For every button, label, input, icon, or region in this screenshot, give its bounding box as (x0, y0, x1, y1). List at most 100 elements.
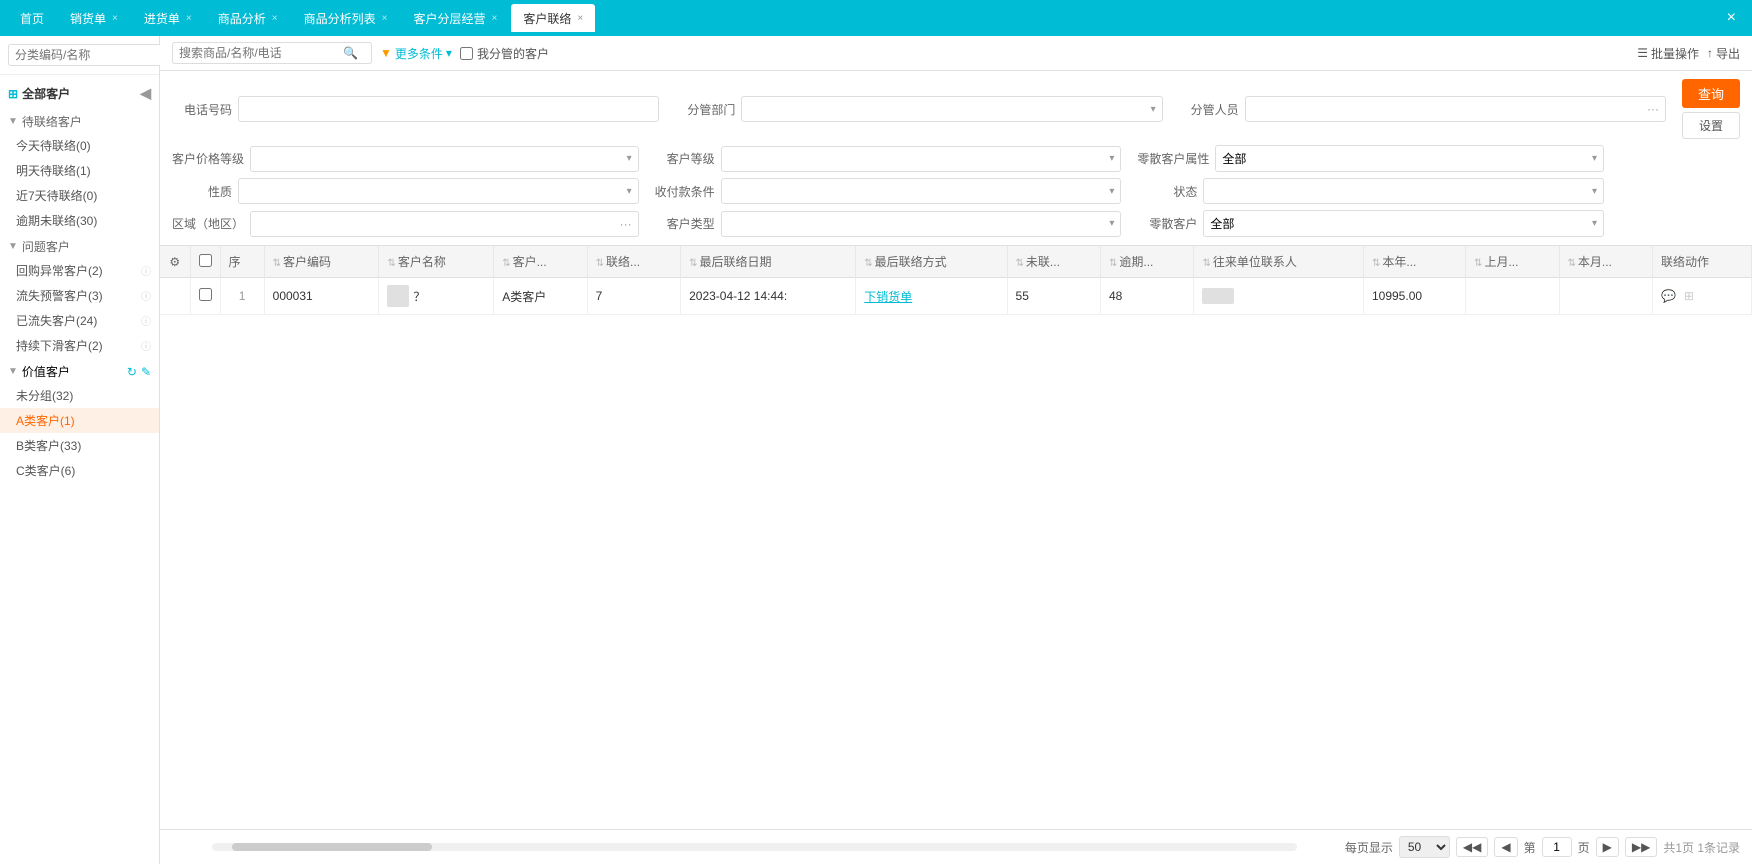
filter-retail-attr-select[interactable]: 全部 ▾ (1215, 145, 1604, 172)
row-checkbox[interactable] (199, 288, 212, 301)
horizontal-scrollbar[interactable] (212, 843, 1297, 851)
close-sales-tab[interactable]: × (112, 13, 118, 24)
th-code[interactable]: ⇅客户编码 (264, 246, 379, 278)
filter-phone-label: 电话号码 (172, 101, 232, 118)
nav-tab-analysis-list[interactable]: 商品分析列表 × (292, 4, 400, 32)
filter-retail-customer-select[interactable]: 全部 ▾ (1203, 210, 1604, 237)
nav-tab-customer-contact[interactable]: 客户联络 × (511, 4, 595, 32)
close-customer-tier-tab[interactable]: × (491, 13, 497, 24)
filter-row-1: 电话号码 分管部门 ▾ 分管人员 ··· (172, 79, 1740, 139)
chat-icon[interactable]: 💬 (1661, 289, 1676, 303)
row-last-method: 下销货单 (856, 278, 1007, 315)
filter-phone: 电话号码 (172, 96, 659, 122)
row-code: 000031 (264, 278, 379, 315)
filter-more-btn[interactable]: ▼ 更多条件 ▾ (380, 45, 452, 62)
th-last-date[interactable]: ⇅最后联络日期 (681, 246, 856, 278)
filter-retail-customer-label: 零散客户 (1137, 215, 1197, 232)
sidebar-item-churn-warning[interactable]: 流失预警客户(3) ⓘ (0, 283, 159, 308)
page-end-label: 页 (1578, 839, 1590, 856)
settings-button[interactable]: 设置 (1682, 112, 1740, 139)
close-purchase-tab[interactable]: × (186, 13, 192, 24)
batch-op-btn[interactable]: ☰ 批量操作 (1637, 45, 1699, 62)
sidebar-search-input[interactable] (8, 44, 177, 66)
sidebar-item-tomorrow[interactable]: 明天待联络(1) (0, 158, 159, 183)
th-overdue[interactable]: ⇅逾期... (1100, 246, 1193, 278)
close-analysis-list-tab[interactable]: × (382, 13, 388, 24)
close-customer-contact-tab[interactable]: × (577, 13, 583, 24)
filter-person-input[interactable]: ··· (1245, 96, 1666, 122)
nav-tab-customer-tier[interactable]: 客户分层经营 × (401, 4, 509, 32)
page-label: 第 (1524, 839, 1536, 856)
row-index: 1 (220, 278, 264, 315)
toolbar-search-input[interactable] (179, 46, 339, 60)
scrollbar-thumb[interactable] (232, 843, 432, 851)
sidebar-item-a-class[interactable]: A类客户(1) (0, 408, 159, 433)
close-analysis-tab[interactable]: × (272, 13, 278, 24)
filter-dept-select[interactable]: ▾ (741, 96, 1162, 122)
my-customer-checkbox-label[interactable]: 我分管的客户 (460, 45, 549, 62)
th-last-month[interactable]: ⇅上月... (1466, 246, 1559, 278)
last-method-link[interactable]: 下销货单 (864, 290, 912, 304)
last-page-btn[interactable]: ▶▶ (1625, 837, 1657, 857)
row-this-month (1559, 278, 1652, 315)
th-this-year[interactable]: ⇅本年... (1363, 246, 1465, 278)
sidebar-item-ungrouped[interactable]: 未分组(32) (0, 383, 159, 408)
link-icon[interactable]: ⊞ (1684, 289, 1694, 303)
sidebar-collapse-icon[interactable]: ◀ (140, 85, 151, 102)
nav-tab-home[interactable]: 首页 (8, 4, 56, 32)
th-contact-person[interactable]: ⇅往来单位联系人 (1194, 246, 1364, 278)
nav-tab-purchase[interactable]: 进货单 × (132, 4, 204, 32)
export-btn[interactable]: ↑ 导出 (1707, 45, 1740, 62)
query-button[interactable]: 查询 (1682, 79, 1740, 108)
filter-price-level-label: 客户价格等级 (172, 150, 244, 167)
filter-phone-input[interactable] (238, 96, 659, 122)
nav-tab-sales[interactable]: 销货单 × (58, 4, 130, 32)
customer-level-chevron-icon: ▾ (1109, 153, 1114, 164)
filter-region-select[interactable]: ··· (250, 211, 639, 237)
th-no-contact[interactable]: ⇅未联... (1007, 246, 1100, 278)
filter-customer-type-select[interactable]: ▾ (721, 211, 1122, 237)
th-contact[interactable]: ⇅联络... (587, 246, 680, 278)
filter-customer-level-select[interactable]: ▾ (721, 146, 1122, 172)
th-gear[interactable]: ⚙ (160, 246, 190, 278)
sidebar-item-today[interactable]: 今天待联络(0) (0, 133, 159, 158)
first-page-btn[interactable]: ◀◀ (1456, 837, 1488, 857)
filter-retail-attr: 零散客户属性 全部 ▾ (1137, 145, 1604, 172)
close-all-btn[interactable]: × (1719, 9, 1744, 27)
sidebar-item-7days[interactable]: 近7天待联络(0) (0, 183, 159, 208)
th-name[interactable]: ⇅客户名称 (379, 246, 494, 278)
sidebar-all-customers[interactable]: ⊞ 全部客户 ◀ (0, 79, 159, 108)
section-value[interactable]: ▼ 价值客户 ↻ ✎ (0, 358, 159, 383)
toolbar: 🔍 ▼ 更多条件 ▾ 我分管的客户 ☰ 批量操作 ↑ 导出 (160, 36, 1752, 71)
th-last-method[interactable]: ⇅最后联络方式 (856, 246, 1007, 278)
next-page-btn[interactable]: ▶ (1596, 837, 1619, 857)
sidebar-item-repurchase-anomaly[interactable]: 回购异常客户(2) ⓘ (0, 258, 159, 283)
filter-status-select[interactable]: ▾ (1203, 178, 1604, 204)
sidebar-item-churned[interactable]: 已流失客户(24) ⓘ (0, 308, 159, 333)
refresh-icon[interactable]: ↻ (127, 365, 137, 379)
prev-page-btn[interactable]: ◀ (1494, 837, 1517, 857)
section-problem[interactable]: ▼ 问题客户 (0, 233, 159, 258)
toolbar-search-icon[interactable]: 🔍 (343, 46, 358, 60)
page-size-select[interactable]: 50 100 (1399, 836, 1450, 858)
sidebar-item-overdue-contact[interactable]: 逾期未联络(30) (0, 208, 159, 233)
edit-icon[interactable]: ✎ (141, 365, 151, 379)
customer-table: ⚙ 序 ⇅客户编码 ⇅客户名称 ⇅客户... ⇅联络... ⇅最后联络日期 ⇅最… (160, 246, 1752, 315)
sidebar-item-b-class[interactable]: B类客户(33) (0, 433, 159, 458)
filter-payment-select[interactable]: ▾ (721, 178, 1122, 204)
row-level: A类客户 (494, 278, 587, 315)
filter-price-level-select[interactable]: ▾ (250, 146, 639, 172)
nav-tab-analysis[interactable]: 商品分析 × (206, 4, 290, 32)
th-this-month[interactable]: ⇅本月... (1559, 246, 1652, 278)
action-icons-cell: 💬 ⊞ (1661, 289, 1743, 303)
status-chevron-icon: ▾ (1592, 186, 1597, 197)
select-all-checkbox[interactable] (199, 254, 212, 267)
sidebar-item-c-class[interactable]: C类客户(6) (0, 458, 159, 483)
sidebar-item-declining[interactable]: 持续下滑客户(2) ⓘ (0, 333, 159, 358)
page-input[interactable] (1542, 837, 1572, 857)
my-customer-checkbox[interactable] (460, 47, 473, 60)
section-pending[interactable]: ▼ 待联络客户 (0, 108, 159, 133)
th-level[interactable]: ⇅客户... (494, 246, 587, 278)
customer-avatar (387, 285, 409, 307)
filter-nature-select[interactable]: ▾ (238, 178, 639, 204)
